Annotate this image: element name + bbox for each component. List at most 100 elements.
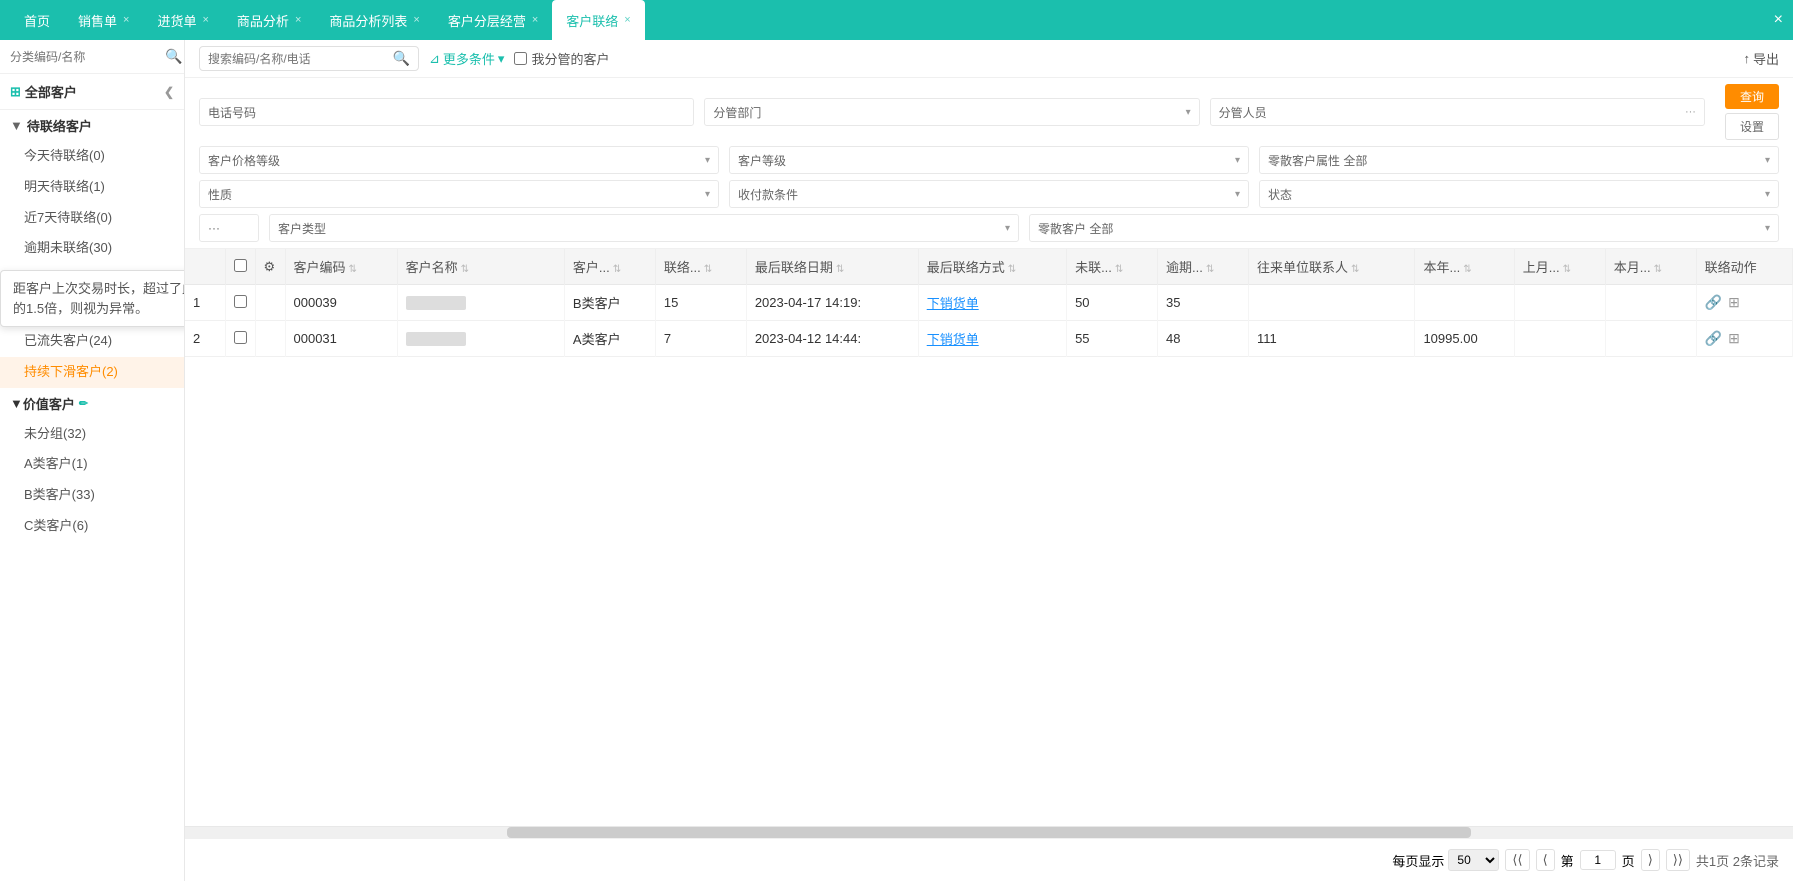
window-close-button[interactable]: × (1774, 11, 1783, 29)
scatter-attr-field[interactable]: 零散客户属性 全部 ▾ (1259, 146, 1779, 174)
scroll-thumb[interactable] (507, 827, 1472, 838)
scatter-customer-field[interactable]: 零散客户 全部 ▾ (1029, 214, 1779, 242)
edit-icon[interactable]: ✏ (79, 397, 88, 410)
sidebar-item-overdue[interactable]: 逾期未联络(30) (0, 233, 184, 264)
row1-name-blurred (406, 296, 466, 310)
col-this-month: 本月...⇅ (1605, 249, 1696, 285)
row1-link-icon[interactable]: 🔗 (1705, 294, 1722, 311)
sort-method-icon[interactable]: ⇅ (1008, 264, 1016, 275)
export-button[interactable]: ↑ 导出 (1743, 49, 1779, 68)
filter-bar: 🔍 ⊿ 更多条件 ▾ 我分管的客户 ↑ 导出 (185, 40, 1793, 78)
sidebar-collapse-icon[interactable]: ❮ (164, 85, 174, 99)
sidebar-item-b-class[interactable]: B类客户(33) (0, 480, 184, 511)
more-field[interactable]: ··· (199, 214, 259, 242)
my-customer-checkbox[interactable] (514, 52, 527, 65)
row2-grid-icon[interactable]: ⊞ (1728, 330, 1740, 347)
col-index (185, 249, 225, 285)
sort-type-icon[interactable]: ⇅ (613, 264, 621, 275)
nav-home[interactable]: 首页 (10, 0, 64, 40)
row1-last-method[interactable]: 下销货单 (918, 285, 1066, 321)
customer-type-field[interactable]: 客户类型 ▾ (269, 214, 1019, 242)
top-navigation: 首页 销售单 × 进货单 × 商品分析 × 商品分析列表 × 客户分层经营 × … (0, 0, 1793, 40)
sidebar-search-area: 🔍 (0, 40, 184, 74)
sidebar-item-tomorrow[interactable]: 明天待联络(1) (0, 172, 184, 203)
row1-action-btns: 🔗 ⊞ (1705, 294, 1784, 311)
all-customers-header[interactable]: ⊞ 全部客户 ❮ (0, 74, 184, 110)
col-check[interactable] (225, 249, 255, 285)
row2-company-contact: 111 (1248, 321, 1414, 357)
last-page-button[interactable]: ⟩⟩ (1666, 849, 1690, 871)
close-sales-icon[interactable]: × (123, 14, 129, 26)
next-page-button[interactable]: ⟩ (1641, 849, 1660, 871)
sidebar-item-c-class[interactable]: C类客户(6) (0, 511, 184, 542)
prev-page-button[interactable]: ⟨ (1536, 849, 1555, 871)
row1-setting (255, 285, 285, 321)
select-all-checkbox[interactable] (234, 259, 247, 272)
sort-lmonth-icon[interactable]: ⇅ (1563, 264, 1571, 275)
sort-overdue-icon[interactable]: ⇅ (1206, 264, 1214, 275)
sort-date-icon[interactable]: ⇅ (836, 264, 844, 275)
main-search-input[interactable] (208, 52, 393, 66)
col-settings[interactable]: ⚙ (255, 249, 285, 285)
sort-uncontact-icon[interactable]: ⇅ (1115, 264, 1123, 275)
pending-contact-title[interactable]: ▼ 待联络客户 (0, 110, 184, 141)
row2-link-icon[interactable]: 🔗 (1705, 330, 1722, 347)
nav-customer-contact[interactable]: 客户联络 × (552, 0, 644, 40)
row2-setting (255, 321, 285, 357)
nav-customer-tier[interactable]: 客户分层经营 × (434, 0, 552, 40)
sort-tmonth-icon[interactable]: ⇅ (1654, 264, 1662, 275)
close-purchase-icon[interactable]: × (202, 14, 208, 26)
sidebar-item-7days[interactable]: 近7天待联络(0) (0, 203, 184, 234)
sort-code-icon[interactable]: ⇅ (349, 264, 357, 275)
row1-check[interactable] (225, 285, 255, 321)
nature-field[interactable]: 性质 ▾ (199, 180, 719, 208)
sidebar-search-icon[interactable]: 🔍 (165, 48, 182, 65)
per-page-dropdown[interactable]: 50 20 100 (1448, 849, 1499, 871)
sort-name-icon[interactable]: ⇅ (461, 264, 469, 275)
close-product-list-icon[interactable]: × (413, 14, 419, 26)
value-customer-title[interactable]: ▼ 价值客户 ✏ (0, 388, 184, 419)
row1-grid-icon[interactable]: ⊞ (1728, 294, 1740, 311)
set-button[interactable]: 设置 (1725, 113, 1779, 140)
col-contact: 联络...⇅ (655, 249, 746, 285)
nav-product-analysis-list[interactable]: 商品分析列表 × (315, 0, 433, 40)
row2-this-year: 10995.00 (1415, 321, 1514, 357)
sidebar-item-lost[interactable]: 已流失客户(24) (0, 326, 184, 357)
page-number-input[interactable] (1580, 850, 1616, 870)
row2-check[interactable] (225, 321, 255, 357)
sidebar-item-ungroup[interactable]: 未分组(32) (0, 419, 184, 450)
close-customer-tier-icon[interactable]: × (532, 14, 538, 26)
close-product-analysis-icon[interactable]: × (295, 14, 301, 26)
first-page-button[interactable]: ⟨⟨ (1505, 849, 1529, 871)
customer-level-field[interactable]: 客户等级 ▾ (729, 146, 1249, 174)
row1-checkbox[interactable] (234, 295, 247, 308)
horizontal-scrollbar[interactable] (185, 826, 1793, 838)
sidebar-item-declining[interactable]: 持续下滑客户(2) (0, 357, 184, 388)
status-field[interactable]: 状态 ▾ (1259, 180, 1779, 208)
sort-year-icon[interactable]: ⇅ (1463, 264, 1471, 275)
col-action: 联络动作 (1696, 249, 1792, 285)
sidebar-item-today[interactable]: 今天待联络(0) (0, 141, 184, 172)
sort-company-icon[interactable]: ⇅ (1351, 264, 1359, 275)
more-conditions-button[interactable]: ⊿ 更多条件 ▾ (429, 49, 504, 68)
row2-checkbox[interactable] (234, 331, 247, 344)
main-search-icon[interactable]: 🔍 (393, 50, 410, 67)
sidebar-search-input[interactable] (10, 50, 165, 64)
nav-product-analysis[interactable]: 商品分析 × (223, 0, 315, 40)
payment-field[interactable]: 收付款条件 ▾ (729, 180, 1249, 208)
nav-purchase[interactable]: 进货单 × (143, 0, 222, 40)
sidebar-item-a-class[interactable]: A类客户(1) (0, 449, 184, 480)
sort-contact-icon[interactable]: ⇅ (704, 264, 712, 275)
department-field[interactable]: 分管部门 ▾ (704, 98, 1199, 126)
query-button[interactable]: 查询 (1725, 84, 1779, 109)
price-level-field[interactable]: 客户价格等级 ▾ (199, 146, 719, 174)
col-this-year: 本年...⇅ (1415, 249, 1514, 285)
phone-field[interactable]: 电话号码 (199, 98, 694, 126)
row2-action-btns: 🔗 ⊞ (1705, 330, 1784, 347)
close-customer-contact-icon[interactable]: × (624, 14, 630, 26)
level-chevron-icon: ▾ (1235, 155, 1240, 166)
manager-field[interactable]: 分管人员 ··· (1210, 98, 1705, 126)
nav-sales[interactable]: 销售单 × (64, 0, 143, 40)
column-settings-icon[interactable]: ⚙ (264, 259, 276, 274)
row2-last-method[interactable]: 下销货单 (918, 321, 1066, 357)
